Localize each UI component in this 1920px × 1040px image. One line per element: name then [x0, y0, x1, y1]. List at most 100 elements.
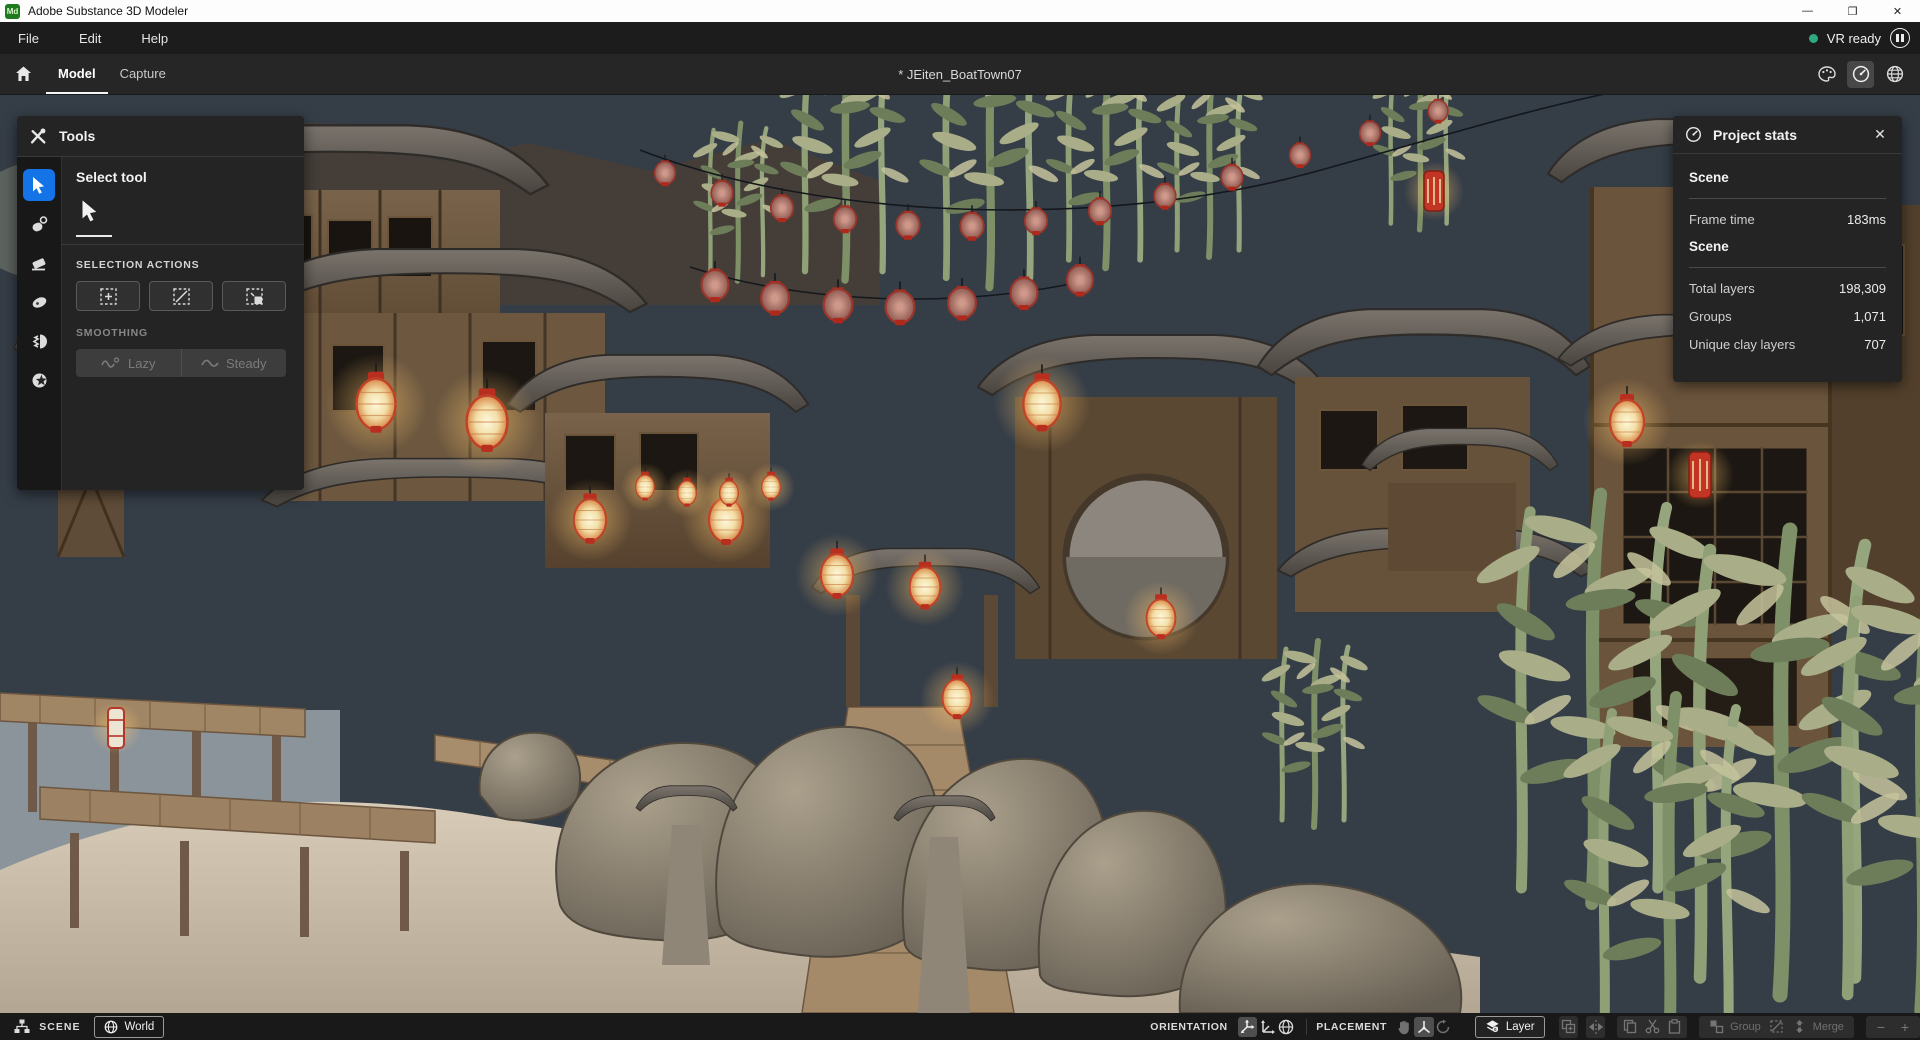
- home-button[interactable]: [0, 54, 46, 94]
- move-arrows-icon: [1239, 1019, 1255, 1035]
- menu-file[interactable]: File: [4, 31, 53, 46]
- stamp-tool-button[interactable]: [23, 364, 55, 396]
- copy-button[interactable]: [1623, 1019, 1637, 1034]
- app-icon: Md: [5, 4, 20, 19]
- palette-icon: [1818, 66, 1836, 82]
- mirror-icon: [1588, 1020, 1604, 1034]
- tab-model[interactable]: Model: [46, 54, 108, 94]
- active-variant-underline: [76, 235, 112, 237]
- world-button-label: World: [124, 1021, 154, 1033]
- mirror-button[interactable]: [1586, 1016, 1605, 1038]
- rotate-icon: [1435, 1019, 1451, 1035]
- orientation-axis-button[interactable]: [1257, 1017, 1276, 1037]
- ungroup-button[interactable]: [1769, 1019, 1784, 1034]
- home-icon: [15, 66, 32, 82]
- group-button[interactable]: Group: [1709, 1019, 1761, 1034]
- cut-button[interactable]: [1645, 1019, 1660, 1034]
- stat-row-groups: Groups 1,071: [1689, 309, 1886, 324]
- select-add-icon: [99, 287, 118, 306]
- close-button[interactable]: ✕: [1875, 0, 1920, 22]
- orientation-move-button[interactable]: [1238, 1017, 1257, 1037]
- ungroup-icon: [1769, 1019, 1784, 1034]
- smoothing-lazy-button[interactable]: Lazy: [76, 349, 181, 377]
- menu-bar: File Edit Help VR ready: [0, 22, 1920, 54]
- duplicate-button[interactable]: [1559, 1016, 1578, 1038]
- lazy-smoothing-icon: [101, 357, 121, 369]
- stat-value: 198,309: [1839, 281, 1886, 296]
- steady-label: Steady: [226, 356, 266, 371]
- eraser-tool-button[interactable]: [23, 247, 55, 279]
- stats-section2-heading: Scene: [1689, 239, 1886, 254]
- select-tool-preview: [80, 199, 290, 227]
- section-divider: [62, 244, 304, 245]
- tools-panel-title: Tools: [59, 128, 95, 144]
- globe-icon: [104, 1020, 118, 1034]
- deselect-icon: [172, 287, 191, 306]
- divider: [1689, 198, 1886, 199]
- minimize-button[interactable]: —: [1785, 0, 1830, 22]
- world-button[interactable]: World: [94, 1016, 164, 1038]
- increase-button[interactable]: +: [1894, 1019, 1916, 1035]
- stat-row-frame-time: Frame time 183ms: [1689, 212, 1886, 227]
- clay-tool-button[interactable]: [23, 208, 55, 240]
- pause-icon[interactable]: [1890, 28, 1910, 48]
- group-icon: [1709, 1019, 1724, 1034]
- invert-selection-button[interactable]: [222, 281, 286, 311]
- globe-icon: [1278, 1019, 1294, 1035]
- merge-button[interactable]: Merge: [1792, 1019, 1844, 1034]
- mode-tab-bar: Model Capture * JEiten_BoatTown07: [0, 54, 1920, 95]
- clay-icon: [31, 216, 48, 233]
- close-stats-icon[interactable]: ✕: [1870, 126, 1890, 143]
- paint-icon: [31, 333, 48, 350]
- stat-label: Frame time: [1689, 212, 1755, 227]
- gauge-icon: [1852, 65, 1870, 83]
- deselect-button[interactable]: [149, 281, 213, 311]
- stats-section1-heading: Scene: [1689, 170, 1886, 185]
- restore-button[interactable]: ❐: [1830, 0, 1875, 22]
- smoothing-steady-button[interactable]: Steady: [181, 349, 287, 377]
- merge-button-label: Merge: [1813, 1021, 1844, 1033]
- select-tool-label: Select tool: [76, 169, 290, 185]
- menu-help[interactable]: Help: [127, 31, 182, 46]
- group-button-label: Group: [1730, 1021, 1761, 1033]
- tool-strip: [17, 157, 62, 490]
- stats-panel-title: Project stats: [1713, 127, 1797, 143]
- stat-value: 707: [1864, 337, 1886, 352]
- document-title: * JEiten_BoatTown07: [0, 67, 1920, 82]
- project-stats-button[interactable]: [1847, 61, 1874, 88]
- project-stats-panel: Project stats ✕ Scene Frame time 183ms S…: [1673, 116, 1902, 382]
- stamp-star-icon: [31, 372, 48, 389]
- smoothing-segmented-control: Lazy Steady: [76, 349, 286, 377]
- placement-snap-button[interactable]: [1414, 1017, 1433, 1037]
- hand-icon: [1397, 1019, 1412, 1035]
- scissors-icon: [1645, 1019, 1660, 1034]
- material-palette-button[interactable]: [1813, 61, 1840, 88]
- orientation-label: ORIENTATION: [1150, 1021, 1227, 1033]
- paint-tool-button[interactable]: [23, 325, 55, 357]
- decrease-button[interactable]: −: [1870, 1019, 1892, 1035]
- environment-button[interactable]: [1881, 61, 1908, 88]
- stat-value: 1,071: [1853, 309, 1886, 324]
- lazy-label: Lazy: [128, 356, 155, 371]
- scene-label: SCENE: [39, 1021, 80, 1033]
- clipboard-icon: [1668, 1019, 1681, 1034]
- orientation-world-button[interactable]: [1276, 1017, 1295, 1037]
- invert-selection-icon: [245, 287, 264, 306]
- title-bar: Md Adobe Substance 3D Modeler — ❐ ✕: [0, 0, 1920, 22]
- divider: [1689, 267, 1886, 268]
- divider: [1306, 1019, 1307, 1035]
- stat-row-unique-clay-layers: Unique clay layers 707: [1689, 337, 1886, 352]
- paste-button[interactable]: [1668, 1019, 1681, 1034]
- tab-capture[interactable]: Capture: [108, 54, 178, 94]
- placement-hand-button[interactable]: [1395, 1017, 1414, 1037]
- tools-panel: Tools: [17, 116, 304, 490]
- select-all-button[interactable]: [76, 281, 140, 311]
- layer-mode-button[interactable]: 0 Layer: [1475, 1016, 1545, 1038]
- select-tool-button[interactable]: [23, 169, 55, 201]
- smoothing-label: SMOOTHING: [76, 327, 290, 339]
- placement-rotate-button[interactable]: [1434, 1017, 1453, 1037]
- layers-icon: 0: [1485, 1019, 1500, 1034]
- tools-icon: [30, 128, 47, 145]
- menu-edit[interactable]: Edit: [65, 31, 115, 46]
- smooth-tool-button[interactable]: [23, 286, 55, 318]
